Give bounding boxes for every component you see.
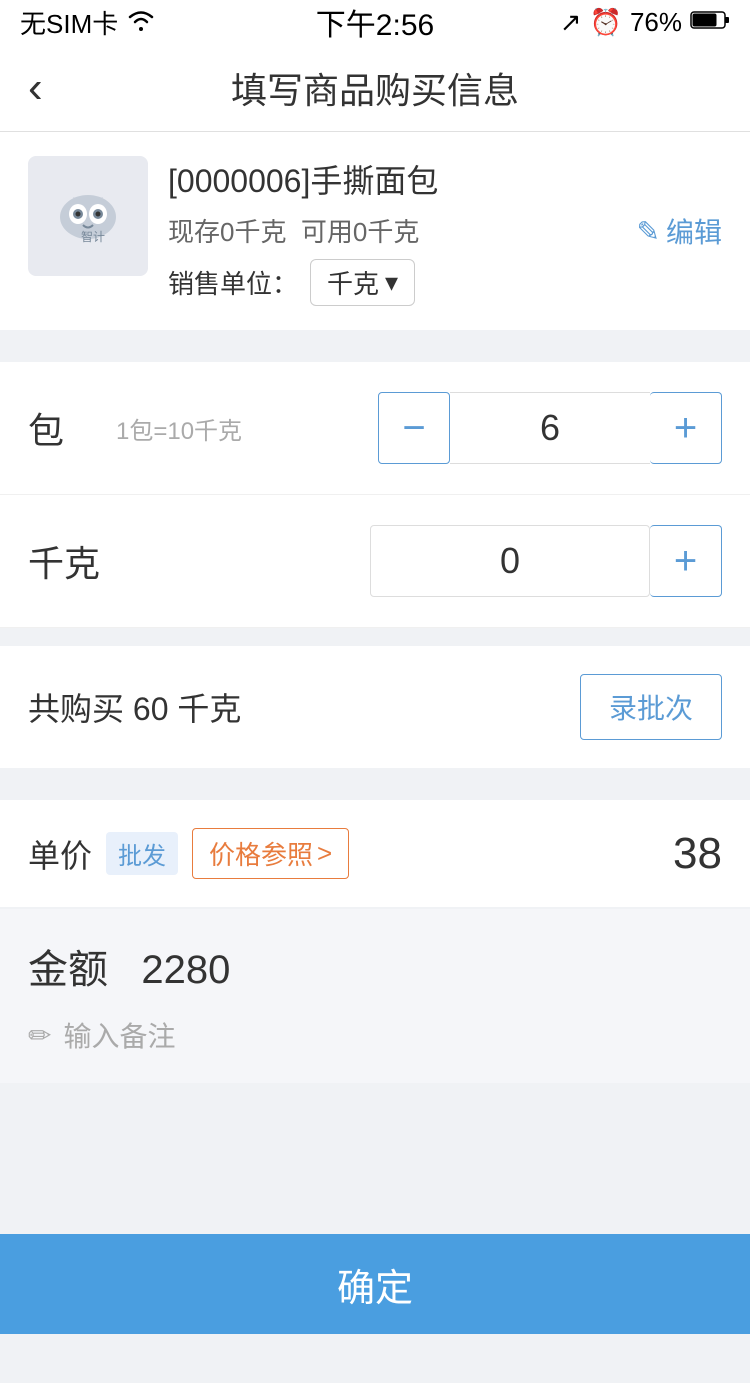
confirm-button[interactable]: 确定 (0, 1234, 750, 1334)
back-button[interactable]: ‹ (28, 66, 43, 110)
location-icon: ↗ (560, 7, 582, 38)
nav-bar: ‹ 填写商品购买信息 (0, 44, 750, 132)
product-name: [0000006]手撕面包 (168, 156, 722, 202)
status-bar: 无SIM卡 下午2:56 ↗ ⏰ 76% (0, 0, 750, 44)
bao-decrement-button[interactable]: − (378, 392, 450, 464)
section-divider-3 (0, 784, 750, 800)
battery-icon (690, 7, 730, 38)
kg-qty-input[interactable] (370, 525, 650, 597)
price-value: 38 (673, 829, 722, 879)
chevron-right-icon: > (317, 838, 332, 869)
edit-button[interactable]: ✎ 编辑 (637, 211, 722, 251)
kg-increment-button[interactable]: + (650, 525, 722, 597)
alarm-icon: ⏰ (590, 7, 622, 38)
price-label: 单价 (28, 831, 92, 877)
product-card: 智计 [0000006]手撕面包 现存0千克 可用0千克 销售单位： 千克 ▾ … (0, 132, 750, 330)
price-ref-button[interactable]: 价格参照 > (192, 828, 349, 879)
price-section: 单价 批发 价格参照 > 38 (0, 800, 750, 907)
remark-icon: ✏ (28, 1019, 51, 1052)
amount-row: 金额 2280 (28, 937, 722, 995)
bao-hint: 1包=10千克 (116, 411, 378, 446)
carrier-label: 无SIM卡 (20, 4, 118, 41)
bao-qty-control: − + (378, 392, 722, 464)
remark-placeholder: 输入备注 (63, 1015, 175, 1055)
summary-text: 共购买 60 千克 (28, 684, 241, 730)
battery-label: 76% (630, 7, 682, 38)
section-divider-2 (0, 630, 750, 646)
bao-increment-button[interactable]: + (650, 392, 722, 464)
summary-section: 共购买 60 千克 录批次 (0, 646, 750, 768)
bottom-spacer (0, 1083, 750, 1383)
product-unit-row: 销售单位： 千克 ▾ (168, 259, 722, 306)
page-title: 填写商品购买信息 (231, 62, 519, 114)
status-left: 无SIM卡 (20, 4, 156, 41)
bao-row: 包 1包=10千克 − + (0, 362, 750, 495)
wifi-icon (126, 7, 156, 38)
unit-select[interactable]: 千克 ▾ (310, 259, 415, 306)
product-thumbnail: 智计 (28, 156, 148, 276)
edit-icon: ✎ (637, 215, 660, 248)
price-row: 单价 批发 价格参照 > 38 (28, 828, 722, 879)
status-time: 下午2:56 (316, 0, 434, 44)
kg-label: 千克 (28, 535, 108, 587)
amount-section: 金额 2280 ✏ 输入备注 (0, 909, 750, 1083)
bao-qty-input[interactable] (450, 392, 650, 464)
chevron-down-icon: ▾ (385, 267, 398, 298)
batch-button[interactable]: 录批次 (580, 674, 722, 740)
remark-row[interactable]: ✏ 输入备注 (28, 1015, 722, 1055)
section-divider-1 (0, 346, 750, 362)
svg-text:智计: 智计 (81, 229, 105, 244)
price-tag: 批发 (106, 832, 178, 875)
kg-row: 千克 + (0, 495, 750, 628)
status-right: ↗ ⏰ 76% (560, 7, 730, 38)
quantity-section: 包 1包=10千克 − + 千克 + (0, 362, 750, 628)
bao-label: 包 (28, 402, 108, 454)
